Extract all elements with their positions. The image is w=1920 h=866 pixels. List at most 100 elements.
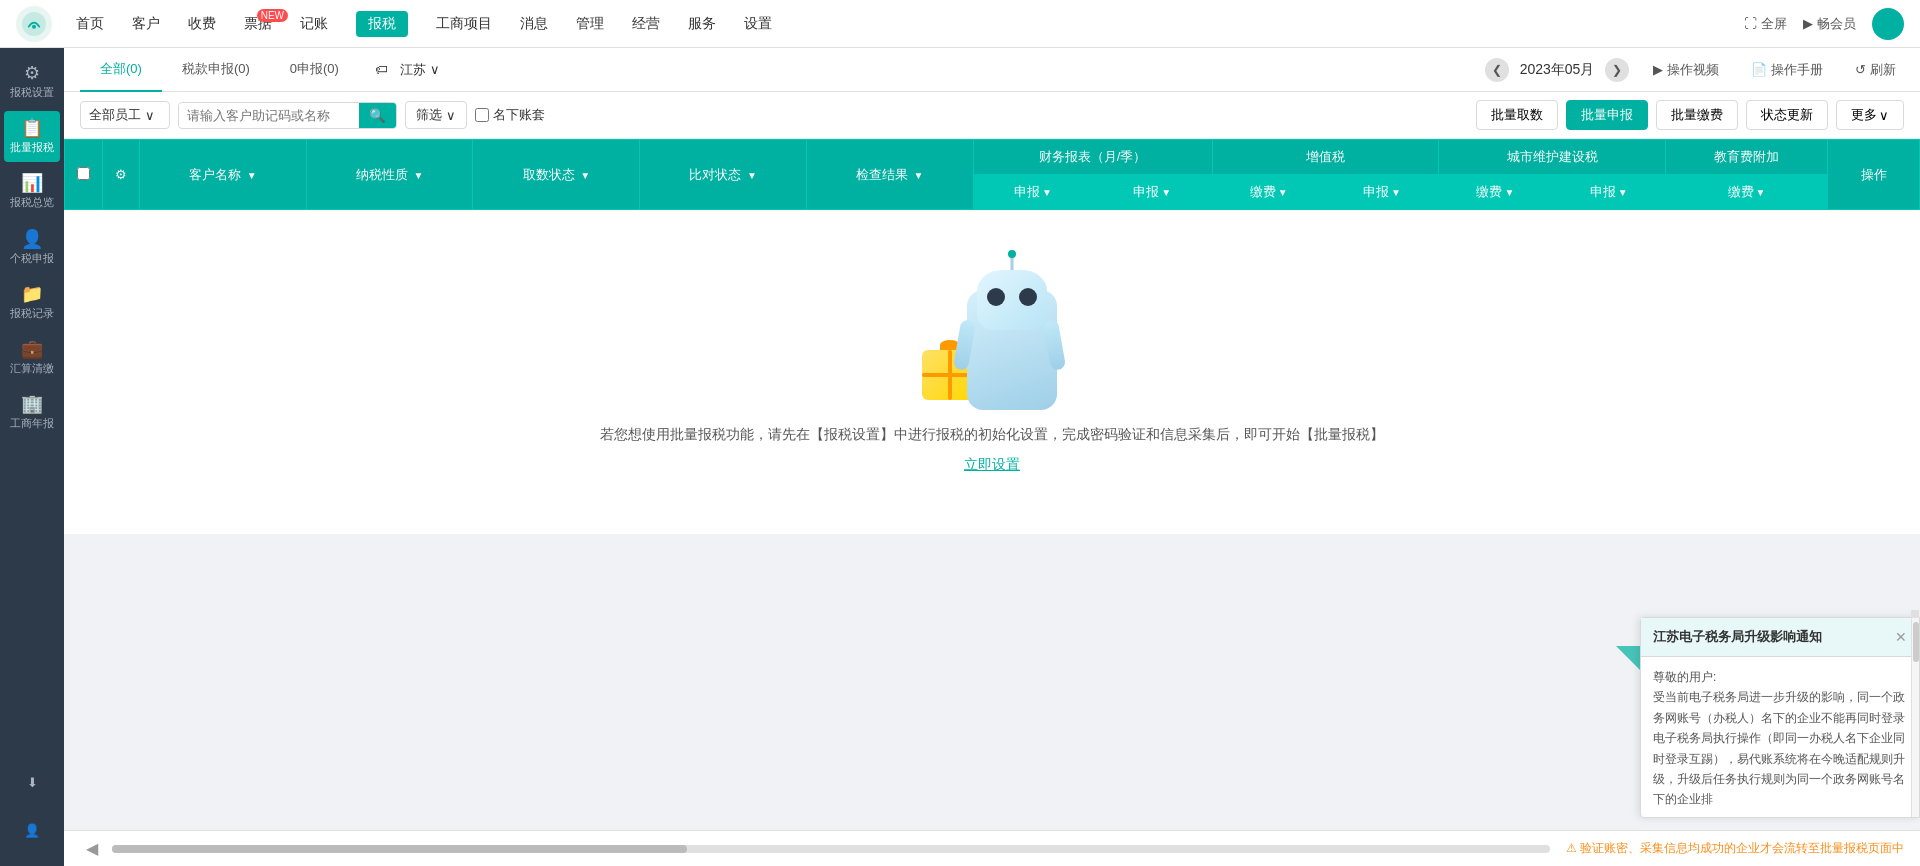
horizontal-scrollbar[interactable] — [112, 845, 1550, 853]
th-city-pay: 缴费▼ — [1439, 175, 1552, 210]
table-header: ⚙ 客户名称 ▼ 纳税性质 ▼ 取数状态 ▼ — [65, 140, 1920, 210]
period-next-btn[interactable]: ❯ — [1605, 58, 1629, 82]
batch-pay-button[interactable]: 批量缴费 — [1656, 100, 1738, 130]
employee-select[interactable]: 全部员工 ∨ — [80, 101, 170, 129]
account-checkbox[interactable] — [475, 108, 489, 122]
search-input[interactable] — [179, 104, 359, 127]
avatar[interactable] — [1872, 8, 1904, 40]
th-edu-declare: 申报▼ — [1552, 175, 1665, 210]
refresh-btn[interactable]: ↺ 刷新 — [1847, 57, 1904, 83]
nav-billing[interactable]: 收费 — [188, 11, 216, 37]
batch-fetch-button[interactable]: 批量取数 — [1476, 100, 1558, 130]
sidebar-account-btn[interactable]: 👤 — [12, 810, 52, 850]
filter-fin-declare-icon[interactable]: ▼ — [1042, 187, 1052, 198]
filter-button[interactable]: 筛选 ∨ — [405, 101, 467, 129]
table-header-row-1: ⚙ 客户名称 ▼ 纳税性质 ▼ 取数状态 ▼ — [65, 140, 1920, 175]
th-vat-pay: 缴费▼ — [1212, 175, 1325, 210]
tab-tax-declare[interactable]: 税款申报(0) — [162, 48, 270, 92]
sidebar-item-annual-report[interactable]: 🏢 工商年报 — [4, 387, 60, 438]
filter-tax-nature-icon[interactable]: ▼ — [413, 170, 423, 181]
account-checkbox-label[interactable]: 名下账套 — [475, 106, 545, 124]
th-edu-pay: 缴费▼ — [1665, 175, 1827, 210]
setup-link[interactable]: 立即设置 — [964, 456, 1020, 474]
more-button[interactable]: 更多 ∨ — [1836, 100, 1904, 130]
nav-tax[interactable]: 报税 — [356, 11, 408, 37]
more-chevron-icon: ∨ — [1879, 108, 1889, 123]
nav-manage[interactable]: 管理 — [576, 11, 604, 37]
sidebar-label-annual-report: 工商年报 — [10, 417, 54, 430]
sidebar-item-personal-tax[interactable]: 👤 个税申报 — [4, 222, 60, 273]
filter-fetch-status-icon[interactable]: ▼ — [580, 170, 590, 181]
fullscreen-icon: ⛶ — [1744, 16, 1757, 31]
filter-label: 筛选 — [416, 106, 442, 124]
notification-close-btn[interactable]: ✕ — [1895, 629, 1907, 645]
filter-city-pay-icon[interactable]: ▼ — [1504, 187, 1514, 198]
filter-edu-declare-icon[interactable]: ▼ — [1618, 187, 1628, 198]
notification-resize-handle[interactable] — [1911, 610, 1919, 618]
scroll-left-btn[interactable]: ◀ — [80, 837, 104, 860]
scrollbar-thumb — [112, 845, 687, 853]
member-btn[interactable]: ▶ 畅会员 — [1803, 15, 1856, 33]
robot-head — [977, 270, 1047, 330]
select-all-checkbox[interactable] — [77, 167, 90, 180]
notification-scrollbar-track — [1911, 618, 1919, 817]
filter-chevron-icon: ∨ — [446, 108, 456, 123]
sidebar-item-tax-settings[interactable]: ⚙ 报税设置 — [4, 56, 60, 107]
logo[interactable] — [16, 6, 52, 42]
notification-greeting: 尊敬的用户: — [1653, 667, 1907, 687]
sidebar-item-tax-records[interactable]: 📁 报税记录 — [4, 277, 60, 328]
period-prev-btn[interactable]: ❮ — [1485, 58, 1509, 82]
sidebar-bottom: ⬇ 👤 — [12, 762, 52, 850]
status-update-button[interactable]: 状态更新 — [1746, 100, 1828, 130]
th-vat: 增值税 — [1212, 140, 1439, 175]
filter-check-result-icon[interactable]: ▼ — [914, 170, 924, 181]
nav-home[interactable]: 首页 — [76, 11, 104, 37]
operation-video-btn[interactable]: ▶ 操作视频 — [1645, 57, 1727, 83]
nav-operation[interactable]: 经营 — [632, 11, 660, 37]
svg-point-0 — [22, 12, 46, 36]
nav-business[interactable]: 工商项目 — [436, 11, 492, 37]
fullscreen-btn[interactable]: ⛶ 全屏 — [1744, 15, 1787, 33]
region-select[interactable]: 江苏 ∨ — [392, 57, 448, 83]
operation-video-label: 操作视频 — [1667, 61, 1719, 79]
filter-customer-icon[interactable]: ▼ — [247, 170, 257, 181]
tab-zero-declare[interactable]: 0申报(0) — [270, 48, 359, 92]
sub-navigation: 全部(0) 税款申报(0) 0申报(0) 🏷 江苏 ∨ ❮ 2023年05月 ❯… — [64, 48, 1920, 92]
nav-customer[interactable]: 客户 — [132, 11, 160, 37]
filter-city-declare-icon[interactable]: ▼ — [1391, 187, 1401, 198]
sidebar-download-btn[interactable]: ⬇ — [12, 762, 52, 802]
sidebar-item-batch-tax[interactable]: 📋 批量报税 — [4, 111, 60, 162]
nav-message[interactable]: 消息 — [520, 11, 548, 37]
notification-content: 受当前电子税务局进一步升级的影响，同一个政务网账号（办税人）名下的企业不能再同时… — [1653, 687, 1907, 809]
filter-edu-pay-icon[interactable]: ▼ — [1756, 187, 1766, 198]
period-navigation: ❮ 2023年05月 ❯ — [1485, 58, 1629, 82]
batch-declare-button[interactable]: 批量申报 — [1566, 100, 1648, 130]
sidebar-label-tax-overview: 报税总览 — [10, 196, 54, 209]
main-layout: ⚙ 报税设置 📋 批量报税 📊 报税总览 👤 个税申报 📁 报税记录 💼 汇算清… — [0, 48, 1920, 866]
nav-settings[interactable]: 设置 — [744, 11, 772, 37]
filter-vat-pay-icon[interactable]: ▼ — [1278, 187, 1288, 198]
nav-service[interactable]: 服务 — [688, 11, 716, 37]
sidebar-label-tax-records: 报税记录 — [10, 307, 54, 320]
nav-bookkeeping[interactable]: 记账 — [300, 11, 328, 37]
table-body: 若您想使用批量报税功能，请先在【报税设置】中进行报税的初始化设置，完成密码验证和… — [65, 210, 1920, 535]
sidebar-label-batch-tax: 批量报税 — [10, 141, 54, 154]
svg-point-1 — [32, 24, 36, 28]
sidebar-item-tax-overview[interactable]: 📊 报税总览 — [4, 166, 60, 217]
th-customer-name: 客户名称 ▼ — [140, 140, 307, 210]
tab-all[interactable]: 全部(0) — [80, 48, 162, 92]
account-checkbox-text: 名下账套 — [493, 106, 545, 124]
th-tax-nature: 纳税性质 ▼ — [306, 140, 473, 210]
filter-vat-declare-icon[interactable]: ▼ — [1161, 187, 1171, 198]
top-navigation: 首页 客户 收费 票据 NEW 记账 报税 工商项目 消息 管理 经营 服务 设… — [0, 0, 1920, 48]
sidebar-item-settlement[interactable]: 💼 汇算清缴 — [4, 332, 60, 383]
member-label: 畅会员 — [1817, 15, 1856, 33]
operation-manual-btn[interactable]: 📄 操作手册 — [1743, 57, 1831, 83]
sidebar-label-settlement: 汇算清缴 — [10, 362, 54, 375]
member-icon: ▶ — [1803, 16, 1813, 31]
search-button[interactable]: 🔍 — [359, 103, 396, 128]
filter-compare-status-icon[interactable]: ▼ — [747, 170, 757, 181]
notification-popup: 江苏电子税务局升级影响通知 ✕ 尊敬的用户: 受当前电子税务局进一步升级的影响，… — [1640, 617, 1920, 818]
warning-text: ⚠ 验证账密、采集信息均成功的企业才会流转至批量报税页面中 — [1566, 840, 1904, 857]
settings-icon[interactable]: ⚙ — [115, 167, 127, 182]
